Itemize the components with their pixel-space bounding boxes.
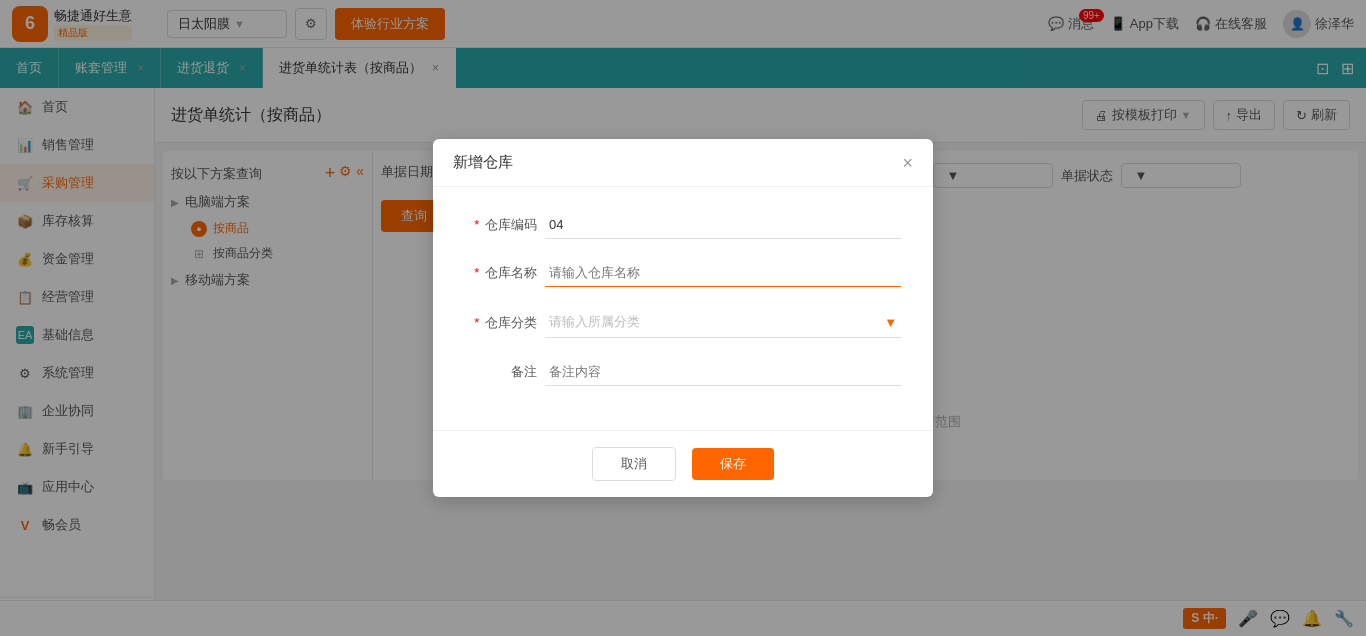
save-button[interactable]: 保存	[692, 448, 774, 480]
form-row-category: * 仓库分类 请输入所属分类 ▼	[465, 307, 901, 338]
name-label: * 仓库名称	[465, 264, 545, 282]
form-row-code: * 仓库编码	[465, 211, 901, 239]
dialog-close-button[interactable]: ×	[902, 154, 913, 172]
remark-input[interactable]	[545, 358, 901, 386]
dialog-body: * 仓库编码 * 仓库名称 * 仓库分类 请输入所属	[433, 187, 933, 430]
dialog-overlay: 新增仓库 × * 仓库编码 * 仓库名称	[0, 0, 1366, 636]
category-select[interactable]: 请输入所属分类 ▼	[545, 307, 901, 338]
form-row-remark: 备注	[465, 358, 901, 386]
code-label: * 仓库编码	[465, 216, 545, 234]
category-label: * 仓库分类	[465, 314, 545, 332]
form-row-name: * 仓库名称	[465, 259, 901, 287]
dialog-footer: 取消 保存	[433, 430, 933, 497]
dialog-title: 新增仓库	[453, 153, 513, 172]
remark-label: 备注	[465, 363, 545, 381]
add-warehouse-dialog: 新增仓库 × * 仓库编码 * 仓库名称	[433, 139, 933, 497]
name-input[interactable]	[545, 259, 901, 287]
dialog-header: 新增仓库 ×	[433, 139, 933, 187]
cancel-button[interactable]: 取消	[592, 447, 676, 481]
code-input[interactable]	[545, 211, 901, 239]
category-dropdown-arrow: ▼	[884, 315, 897, 330]
